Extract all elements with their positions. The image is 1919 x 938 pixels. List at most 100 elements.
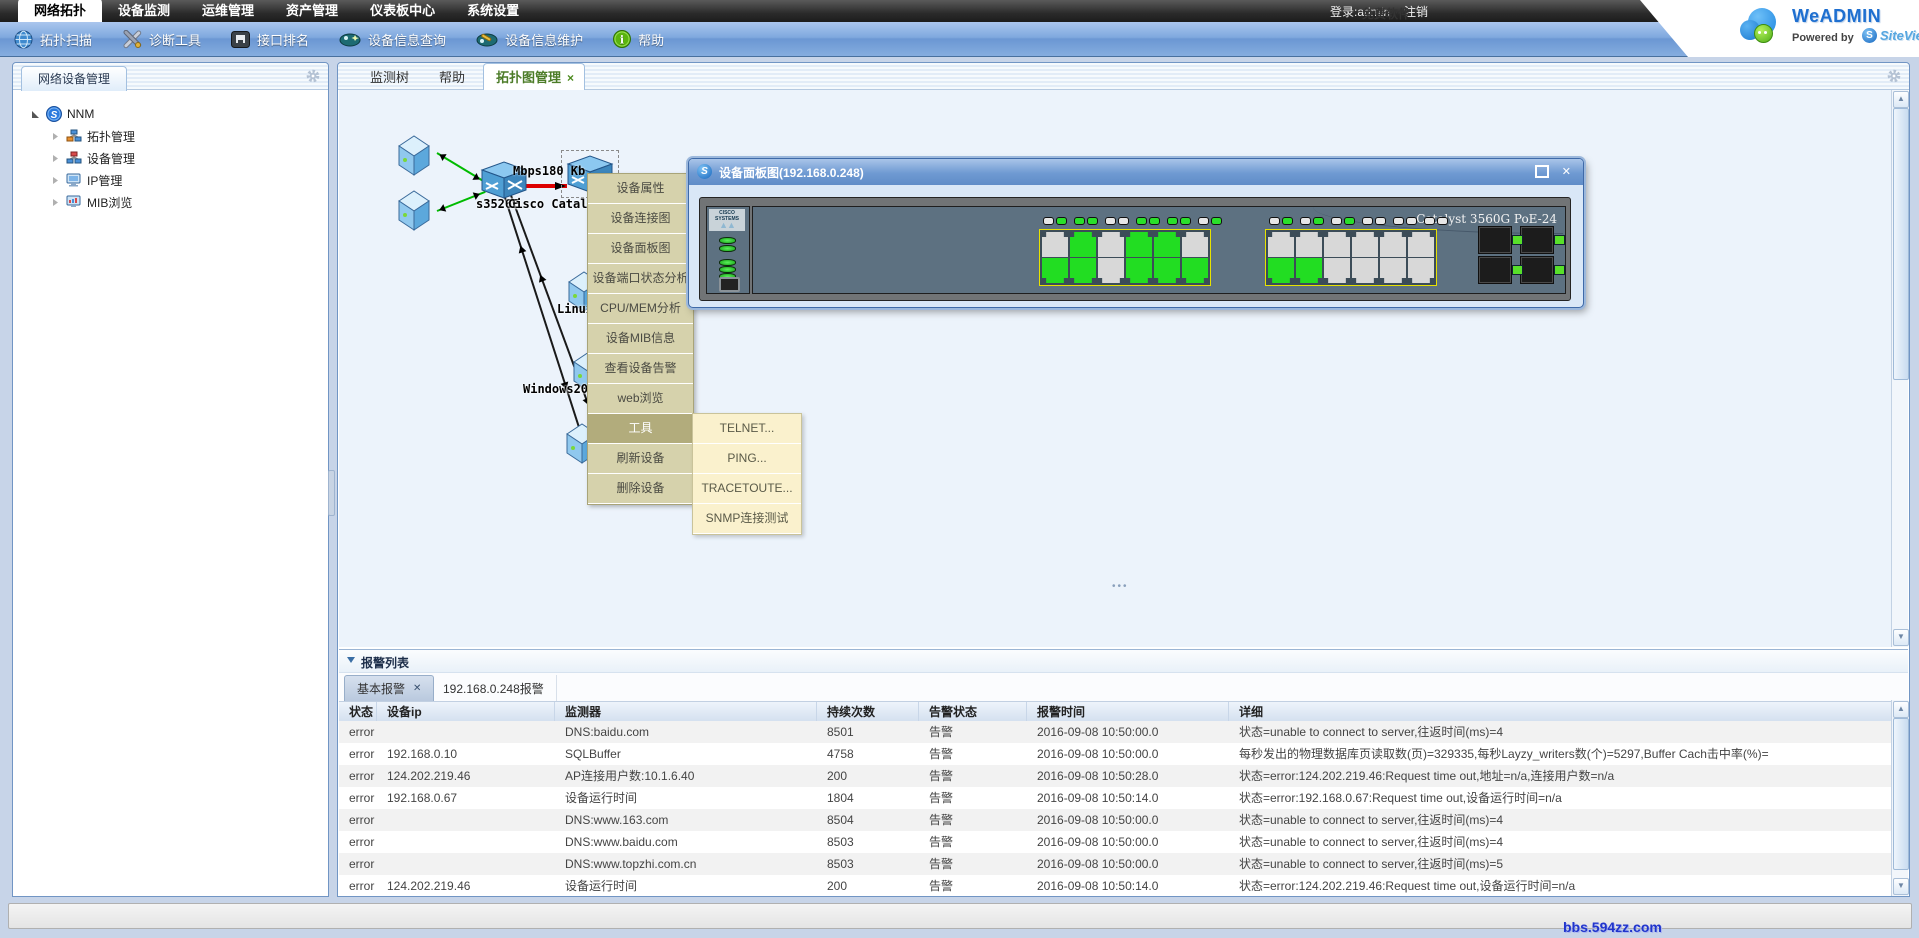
node-server-2[interactable] [391,188,437,234]
expander-icon[interactable] [51,198,61,207]
table-row[interactable]: error DNS:www.163.com 8504 告警 2016-09-08 10:… [339,809,1891,831]
submenu-item-TELNET[interactable]: TELNET... [693,414,801,444]
left-panel-tab[interactable]: 网络设备管理 [21,66,128,91]
rj45-port-up[interactable] [1268,258,1294,283]
context-menu-item-设备MIB信息[interactable]: 设备MIB信息 [588,324,693,354]
context-menu-item-查看设备告警[interactable]: 查看设备告警 [588,354,693,384]
rj45-port-down[interactable] [1408,232,1434,257]
scroll-up-arrow[interactable]: ▲ [1893,701,1909,718]
table-row[interactable]: error 124.202.219.46 AP连接用户数:10.1.6.40 200 告… [339,765,1891,787]
table-row[interactable]: error DNS:baidu.com 8501 告警 2016-09-08 10:50… [339,721,1891,743]
rj45-port-down[interactable] [1182,232,1208,257]
panel-splitter[interactable] [328,470,335,516]
rj45-port-down[interactable] [1098,258,1124,283]
gear-icon[interactable] [306,69,320,83]
rj45-port-up[interactable] [1042,258,1068,283]
map-scrollbar[interactable]: ▲ ▼ [1891,90,1909,647]
sidebar-item-ip[interactable]: IP管理 [23,169,135,191]
alarm-scrollbar[interactable]: ▲ ▼ [1891,700,1909,896]
rj45-port-down[interactable] [1098,232,1124,257]
sidebar-item-nnm[interactable]: S NNM [23,103,135,125]
context-menu-item-CPU/MEM分析[interactable]: CPU/MEM分析 [588,294,693,324]
context-menu-item-web浏览[interactable]: web浏览 [588,384,693,414]
submenu-item-SNMP连接测试[interactable]: SNMP连接测试 [693,504,801,534]
rj45-port-down[interactable] [1268,232,1294,257]
scroll-down-arrow[interactable]: ▼ [1893,629,1909,646]
toolbar-button-port[interactable]: 接口排名 [231,30,309,49]
dialog-titlebar[interactable]: S 设备面板图(192.168.0.248) ✕ [689,159,1583,185]
expander-icon[interactable] [51,154,61,163]
close-tab-icon[interactable]: × [567,71,574,85]
tab-拓扑图管理[interactable]: 拓扑图管理 × [483,63,586,92]
column-header-状态[interactable]: 状态 [339,702,377,722]
column-header-设备ip[interactable]: 设备ip [377,702,555,722]
context-menu-item-工具[interactable]: 工具 [588,414,693,444]
column-header-监测器[interactable]: 监测器 [555,702,817,722]
context-menu-item-设备面板图[interactable]: 设备面板图 [588,234,693,264]
menu-tab-5[interactable]: 仪表板中心 [354,0,451,22]
rj45-port-down[interactable] [1380,258,1406,283]
expander-icon[interactable] [51,132,61,141]
rj45-port-up[interactable] [1154,258,1180,283]
sidebar-item-device[interactable]: 设备管理 [23,147,135,169]
toolbar-button-tools[interactable]: 诊断工具 [122,29,201,49]
scroll-down-arrow[interactable]: ▼ [1893,878,1909,895]
collapse-triangle-icon[interactable] [347,657,355,663]
rj45-port-down[interactable] [1380,232,1406,257]
toolbar-button-device-query[interactable]: 设备信息查询 [339,30,446,49]
alarm-tab-2[interactable]: 192.168.0.248报警 [431,675,557,701]
rj45-port-up[interactable] [1182,258,1208,283]
context-menu-item-设备连接图[interactable]: 设备连接图 [588,204,693,234]
context-menu-item-设备端口状态分析[interactable]: 设备端口状态分析 [588,264,693,294]
tab-帮助[interactable]: 帮助 [427,63,477,90]
rj45-port-down[interactable] [1324,232,1350,257]
submenu-item-PING[interactable]: PING... [693,444,801,474]
alarm-tab-1[interactable]: 基本报警 ✕ [344,675,435,701]
rj45-port-down[interactable] [1296,232,1322,257]
rj45-port-up[interactable] [1070,232,1096,257]
menu-tab-1[interactable]: 网络拓扑 [18,0,103,22]
toolbar-button-globe[interactable]: 拓扑扫描 [14,30,92,49]
rj45-port-up[interactable] [1126,258,1152,283]
rj45-port-up[interactable] [1154,232,1180,257]
column-header-持续次数[interactable]: 持续次数 [817,702,919,722]
rj45-port-down[interactable] [1408,258,1434,283]
rj45-port-down[interactable] [1352,232,1378,257]
minimize-icon[interactable] [1535,165,1549,178]
toolbar-button-device-maintain[interactable]: 设备信息维护 [476,30,583,49]
rj45-port-down[interactable] [1324,258,1350,283]
rj45-port-up[interactable] [1070,258,1096,283]
menu-tab-4[interactable]: 资产管理 [270,0,354,22]
rj45-port-up[interactable] [1126,232,1152,257]
toolbar-button-help[interactable]: i 帮助 [613,30,664,49]
menu-tab-2[interactable]: 设备监测 [102,0,186,22]
scrollbar-thumb[interactable] [1893,108,1909,380]
rj45-port-down[interactable] [1352,258,1378,283]
table-row[interactable]: error 192.168.0.10 SQLBuffer 4758 告警 2016-09-… [339,743,1891,765]
alarm-header[interactable]: 报警列表 [339,650,1908,673]
table-row[interactable]: error DNS:www.baidu.com 8503 告警 2016-09-08 1… [339,831,1891,853]
context-menu-item-设备属性[interactable]: 设备属性 [588,174,693,204]
splitter-dots[interactable]: ••• [1112,581,1129,592]
table-row[interactable]: error 124.202.219.46 设备运行时间 200 告警 2016-09-08… [339,875,1891,896]
context-menu-item-刷新设备[interactable]: 刷新设备 [588,444,693,474]
tab-监测树[interactable]: 监测树 [358,63,421,90]
table-row[interactable]: error 192.168.0.67 设备运行时间 1804 告警 2016-09-08 … [339,787,1891,809]
column-header-报警时间[interactable]: 报警时间 [1027,702,1229,722]
submenu-item-TRACETOUTE[interactable]: TRACETOUTE... [693,474,801,504]
expander-icon[interactable] [31,110,41,119]
column-header-详细[interactable]: 详细 [1229,702,1908,722]
scroll-up-arrow[interactable]: ▲ [1893,91,1909,108]
rj45-port-up[interactable] [1296,258,1322,283]
close-icon[interactable]: ✕ [1562,165,1571,178]
scrollbar-thumb[interactable] [1893,718,1909,870]
menu-tab-3[interactable]: 运维管理 [186,0,270,22]
node-server-1[interactable] [391,133,437,179]
rj45-port-down[interactable] [1042,232,1068,257]
sidebar-item-topology[interactable]: 拓扑管理 [23,125,135,147]
context-menu-item-删除设备[interactable]: 删除设备 [588,474,693,504]
close-tab-icon[interactable]: ✕ [413,683,421,694]
sidebar-item-mib[interactable]: MIB浏览 [23,191,135,213]
menu-tab-6[interactable]: 系统设置 [451,0,535,22]
column-header-告警状态[interactable]: 告警状态 [919,702,1027,722]
